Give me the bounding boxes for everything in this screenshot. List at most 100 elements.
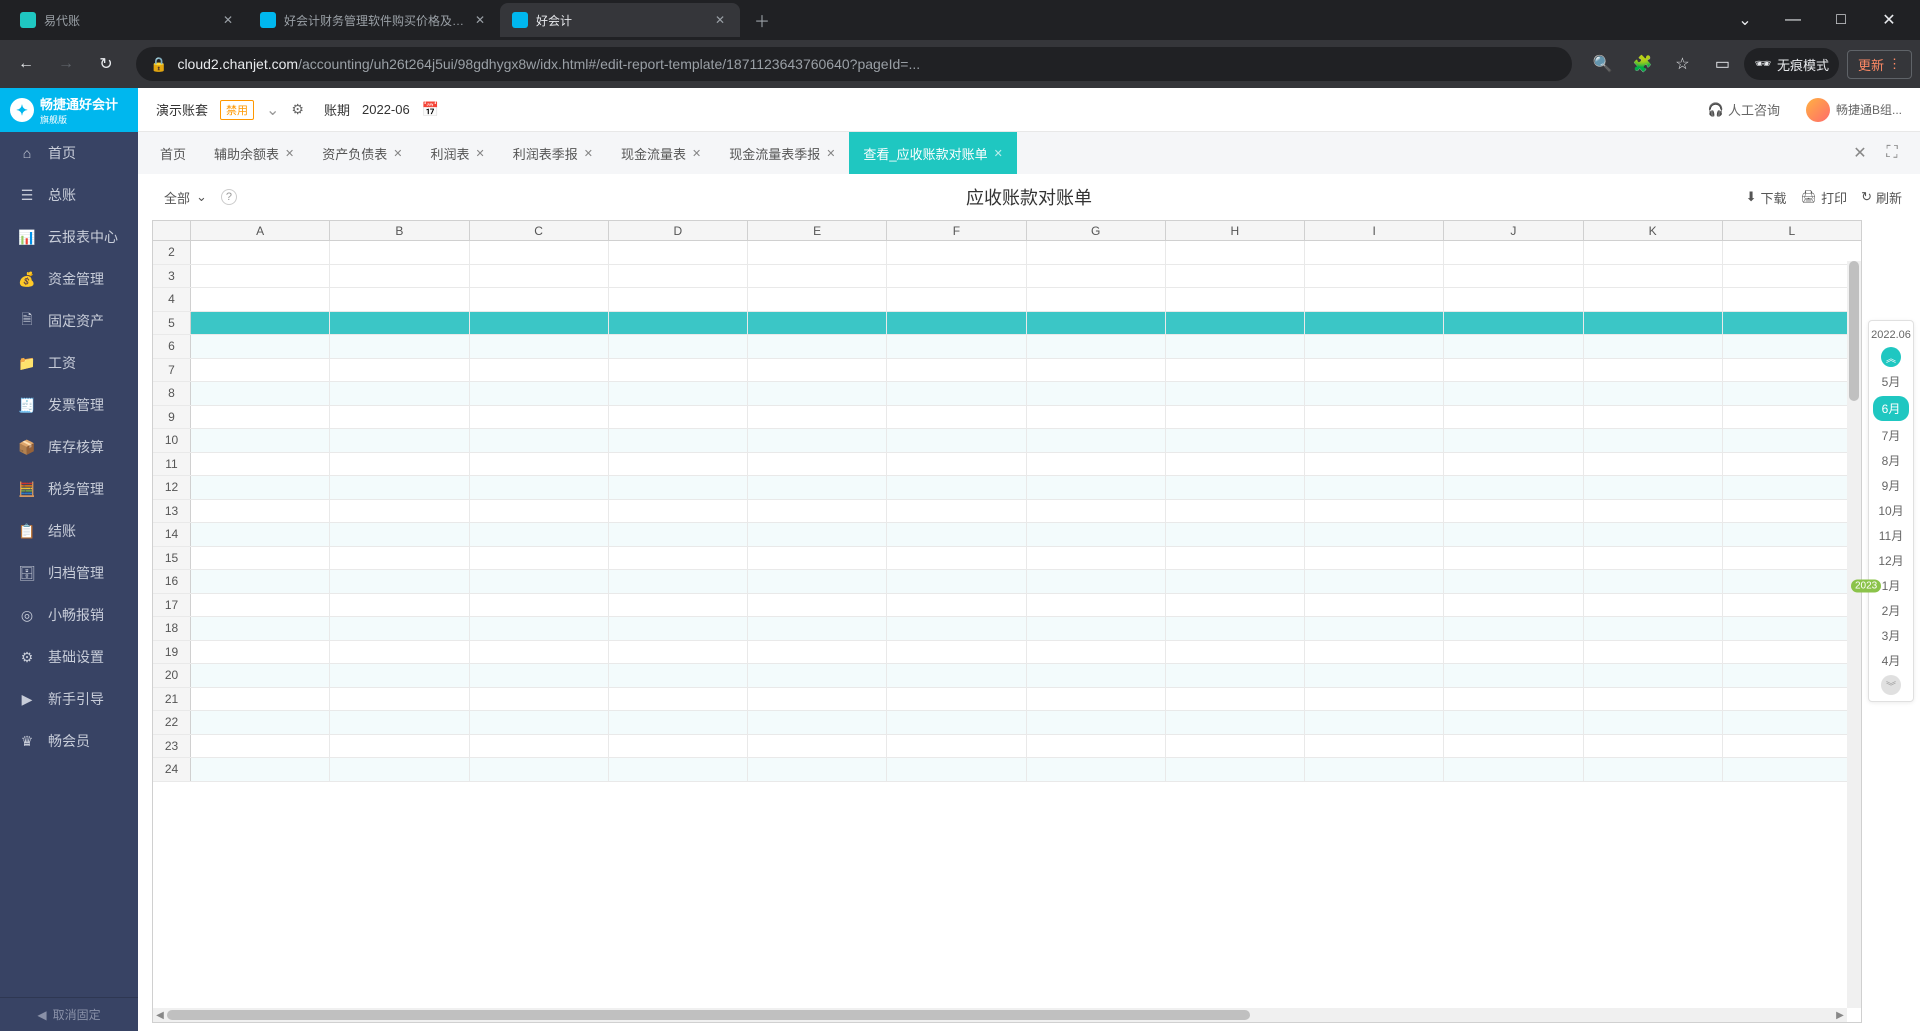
cell[interactable] [1305,453,1444,476]
period-value[interactable]: 2022-06 [362,102,410,117]
cell[interactable] [330,570,469,593]
month-scroll-down-icon[interactable]: ︾ [1881,675,1901,695]
row-header[interactable]: 24 [153,758,191,781]
cell[interactable] [1305,335,1444,358]
cell[interactable] [1166,382,1305,405]
page-tab[interactable]: 现金流量表✕ [607,132,715,174]
cell[interactable] [1305,406,1444,429]
cell[interactable] [191,641,330,664]
row-header[interactable]: 6 [153,335,191,358]
cell[interactable] [1584,288,1723,311]
sidebar-item[interactable]: 📁工资 [0,342,138,384]
cell[interactable] [470,382,609,405]
cell[interactable] [1444,688,1583,711]
row-header[interactable]: 18 [153,617,191,640]
calendar-icon[interactable]: 📅 [422,101,439,118]
column-header[interactable]: L [1723,221,1861,240]
cell[interactable] [470,688,609,711]
cell[interactable] [470,359,609,382]
cell[interactable] [470,594,609,617]
row-header[interactable]: 9 [153,406,191,429]
cell[interactable] [887,288,1026,311]
cell[interactable] [609,617,748,640]
cell[interactable] [1723,758,1861,781]
sheet-body[interactable]: 23456789101112131415161718192021222324 [153,241,1861,782]
column-header[interactable]: B [330,221,469,240]
cell[interactable] [1584,453,1723,476]
cell[interactable] [1584,476,1723,499]
cell[interactable] [1723,476,1861,499]
cell[interactable] [748,288,887,311]
cell[interactable] [330,265,469,288]
cell[interactable] [1584,312,1723,335]
cell[interactable] [330,735,469,758]
cell[interactable] [1723,664,1861,687]
cell[interactable] [748,312,887,335]
cell[interactable] [191,664,330,687]
cell[interactable] [1584,641,1723,664]
cell[interactable] [330,523,469,546]
cell[interactable] [748,547,887,570]
cell[interactable] [609,641,748,664]
month-item[interactable]: 11月 [1869,523,1913,548]
cell[interactable] [1584,382,1723,405]
cell[interactable] [1027,547,1166,570]
cell[interactable] [1584,570,1723,593]
page-tab[interactable]: 首页 [146,132,200,174]
unpin-button[interactable]: ◀ 取消固定 [0,997,138,1031]
cell[interactable] [887,500,1026,523]
sidebar-item[interactable]: 💰资金管理 [0,258,138,300]
row-header[interactable]: 23 [153,735,191,758]
reading-list-icon[interactable]: ▭ [1704,46,1740,82]
cell[interactable] [1723,735,1861,758]
cell[interactable] [609,735,748,758]
page-tab-close-icon[interactable]: ✕ [994,147,1003,160]
cell[interactable] [609,429,748,452]
month-item[interactable]: 12月 [1869,548,1913,573]
sidebar-item[interactable]: 📊云报表中心 [0,216,138,258]
cell[interactable] [1027,617,1166,640]
cell[interactable] [1027,476,1166,499]
cell[interactable] [1444,382,1583,405]
cell[interactable] [330,335,469,358]
row-header[interactable]: 10 [153,429,191,452]
cell[interactable] [609,476,748,499]
cell[interactable] [609,500,748,523]
cell[interactable] [609,359,748,382]
page-tab[interactable]: 现金流量表季报✕ [715,132,849,174]
cell[interactable] [1444,241,1583,264]
cell[interactable] [1584,617,1723,640]
cell[interactable] [1723,406,1861,429]
cell[interactable] [748,523,887,546]
month-item[interactable]: 8月 [1869,448,1913,473]
cell[interactable] [887,523,1026,546]
cell[interactable] [1444,335,1583,358]
cell[interactable] [1305,429,1444,452]
cell[interactable] [1444,523,1583,546]
cell[interactable] [470,523,609,546]
cell[interactable] [748,241,887,264]
cell[interactable] [1166,288,1305,311]
cell[interactable] [1444,641,1583,664]
month-item[interactable]: 5月 [1869,369,1913,394]
window-minimize-icon[interactable]: — [1770,4,1816,36]
url-bar[interactable]: 🔒 cloud2.chanjet.com/accounting/uh26t264… [136,47,1572,81]
cell[interactable] [887,476,1026,499]
column-header[interactable]: G [1027,221,1166,240]
cell[interactable] [330,359,469,382]
cell[interactable] [1723,711,1861,734]
cell[interactable] [1444,711,1583,734]
page-tab-active[interactable]: 查看_应收账款对账单✕ [849,132,1016,174]
cell[interactable] [1166,429,1305,452]
fullscreen-icon[interactable]: ⛶ [1880,141,1904,165]
cell[interactable] [470,547,609,570]
cell[interactable] [1027,735,1166,758]
month-item[interactable]: 4月 [1869,648,1913,673]
cell[interactable] [330,312,469,335]
cell[interactable] [1027,641,1166,664]
scrollbar-thumb[interactable] [1849,261,1859,401]
cell[interactable] [191,453,330,476]
cell[interactable] [1027,758,1166,781]
cell[interactable] [1027,359,1166,382]
column-header[interactable]: H [1166,221,1305,240]
